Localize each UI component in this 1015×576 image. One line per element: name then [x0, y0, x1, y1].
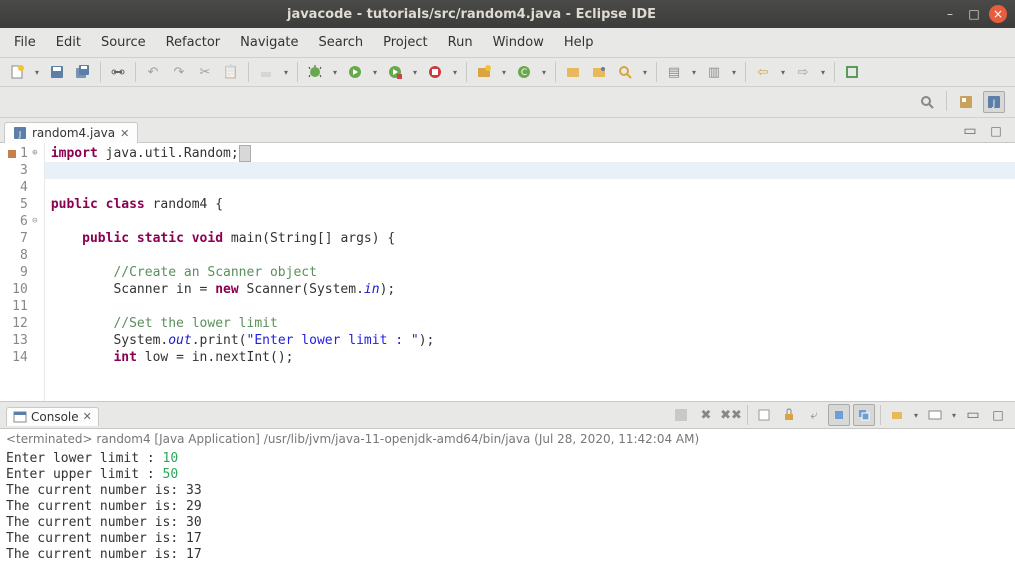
open-type-icon[interactable]	[562, 61, 584, 83]
minimize-button[interactable]: –	[941, 5, 959, 23]
menu-navigate[interactable]: Navigate	[232, 32, 306, 53]
window-title: javacode - tutorials/src/random4.java - …	[8, 7, 935, 22]
svg-text:C: C	[521, 68, 527, 78]
new-package-icon[interactable]	[473, 61, 495, 83]
show-console-icon[interactable]	[853, 404, 875, 426]
scroll-lock-icon[interactable]	[778, 404, 800, 426]
java-perspective-icon[interactable]: J	[983, 91, 1005, 113]
menu-window[interactable]: Window	[485, 32, 552, 53]
console-tab-bar: Console ✕ ✖ ✖✖ ⤶ ▾ ▾ ▭ □	[0, 402, 1015, 429]
search-icon[interactable]	[614, 61, 636, 83]
console-icon	[13, 410, 27, 424]
menu-source[interactable]: Source	[93, 32, 154, 53]
close-button[interactable]: ×	[989, 5, 1007, 23]
dropdown-icon[interactable]: ▾	[410, 68, 420, 77]
back-icon[interactable]: ⇦	[752, 61, 774, 83]
dropdown-icon[interactable]: ▾	[330, 68, 340, 77]
build-icon[interactable]	[255, 61, 277, 83]
menu-search[interactable]: Search	[310, 32, 371, 53]
perspective-bar: J	[0, 87, 1015, 118]
annotation-icon[interactable]: ▥	[703, 61, 725, 83]
undo-icon[interactable]: ↶	[142, 61, 164, 83]
new-class-icon[interactable]: C	[513, 61, 535, 83]
pin-icon[interactable]	[841, 61, 863, 83]
remove-launch-icon[interactable]: ✖	[695, 404, 717, 426]
minimize-view-icon[interactable]: ▭	[959, 120, 981, 142]
terminate-icon[interactable]	[670, 404, 692, 426]
maximize-console-icon[interactable]: □	[987, 404, 1009, 426]
dropdown-icon[interactable]: ▾	[729, 68, 739, 77]
open-task-icon[interactable]	[588, 61, 610, 83]
menu-run[interactable]: Run	[440, 32, 481, 53]
clear-icon[interactable]	[753, 404, 775, 426]
tab-label: random4.java	[32, 126, 115, 140]
debug-icon[interactable]	[304, 61, 326, 83]
display-selected-icon[interactable]	[924, 404, 946, 426]
console-panel: Console ✕ ✖ ✖✖ ⤶ ▾ ▾ ▭ □ <terminated> ra…	[0, 401, 1015, 576]
toggle-mark-icon[interactable]: ▤	[663, 61, 685, 83]
dropdown-icon[interactable]: ▾	[778, 68, 788, 77]
line-gutter: 1⊕ 3 4 5 6⊖ 7 8 9 10 11 12 13 14	[0, 143, 45, 401]
copy-icon[interactable]: 📋	[220, 61, 242, 83]
menu-file[interactable]: File	[6, 32, 44, 53]
link-icon[interactable]	[107, 61, 129, 83]
redo-icon[interactable]: ↷	[168, 61, 190, 83]
forward-icon[interactable]: ⇨	[792, 61, 814, 83]
tab-close-icon[interactable]: ✕	[120, 127, 129, 140]
maximize-button[interactable]: □	[965, 5, 983, 23]
code-body[interactable]: import java.util.Random; public class ra…	[45, 143, 1015, 401]
dropdown-icon[interactable]: ▾	[689, 68, 699, 77]
open-console-icon[interactable]	[886, 404, 908, 426]
dropdown-icon[interactable]: ▾	[32, 68, 42, 77]
title-bar: javacode - tutorials/src/random4.java - …	[0, 0, 1015, 28]
open-perspective-icon[interactable]	[955, 91, 977, 113]
java-file-icon: J	[13, 126, 27, 140]
save-icon[interactable]	[46, 61, 68, 83]
dropdown-icon[interactable]: ▾	[539, 68, 549, 77]
run-last-icon[interactable]	[424, 61, 446, 83]
editor-tab[interactable]: J random4.java ✕	[4, 122, 138, 143]
dropdown-icon[interactable]: ▾	[911, 411, 921, 420]
coverage-icon[interactable]	[384, 61, 406, 83]
dropdown-icon[interactable]: ▾	[281, 68, 291, 77]
dropdown-icon[interactable]: ▾	[949, 411, 959, 420]
tab-close-icon[interactable]: ✕	[83, 410, 92, 423]
editor-area: J random4.java ✕ ▭ □ 1⊕ 3 4 5 6⊖ 7 8 9 1…	[0, 118, 1015, 401]
remove-all-icon[interactable]: ✖✖	[720, 404, 742, 426]
console-output[interactable]: Enter lower limit : 10 Enter upper limit…	[0, 449, 1015, 576]
console-tab[interactable]: Console ✕	[6, 407, 99, 426]
main-toolbar: ▾ ↶ ↷ ✂ 📋 ▾ ▾ ▾ ▾ ▾ ▾ C ▾ ▾ ▤ ▾ ▥ ▾ ⇦ ▾ ⇨ ▾	[0, 58, 1015, 87]
dropdown-icon[interactable]: ▾	[818, 68, 828, 77]
minimize-console-icon[interactable]: ▭	[962, 404, 984, 426]
quick-access-icon[interactable]	[916, 91, 938, 113]
save-all-icon[interactable]	[72, 61, 94, 83]
menu-edit[interactable]: Edit	[48, 32, 89, 53]
console-tab-label: Console	[31, 410, 79, 424]
editor-tab-bar: J random4.java ✕ ▭ □	[0, 118, 1015, 143]
menu-help[interactable]: Help	[556, 32, 602, 53]
maximize-view-icon[interactable]: □	[985, 120, 1007, 142]
pin-console-icon[interactable]	[828, 404, 850, 426]
run-icon[interactable]	[344, 61, 366, 83]
dropdown-icon[interactable]: ▾	[370, 68, 380, 77]
word-wrap-icon[interactable]: ⤶	[803, 404, 825, 426]
dropdown-icon[interactable]: ▾	[499, 68, 509, 77]
svg-text:J: J	[18, 130, 21, 139]
dropdown-icon[interactable]: ▾	[640, 68, 650, 77]
menu-refactor[interactable]: Refactor	[158, 32, 229, 53]
new-icon[interactable]	[6, 61, 28, 83]
menu-bar: File Edit Source Refactor Navigate Searc…	[0, 28, 1015, 58]
dropdown-icon[interactable]: ▾	[450, 68, 460, 77]
menu-project[interactable]: Project	[375, 32, 435, 53]
console-header: <terminated> random4 [Java Application] …	[0, 429, 1015, 449]
console-toolbar: ✖ ✖✖ ⤶ ▾ ▾ ▭ □	[670, 404, 1009, 428]
svg-text:J: J	[992, 99, 996, 109]
code-editor[interactable]: 1⊕ 3 4 5 6⊖ 7 8 9 10 11 12 13 14 import …	[0, 143, 1015, 401]
cut-icon[interactable]: ✂	[194, 61, 216, 83]
